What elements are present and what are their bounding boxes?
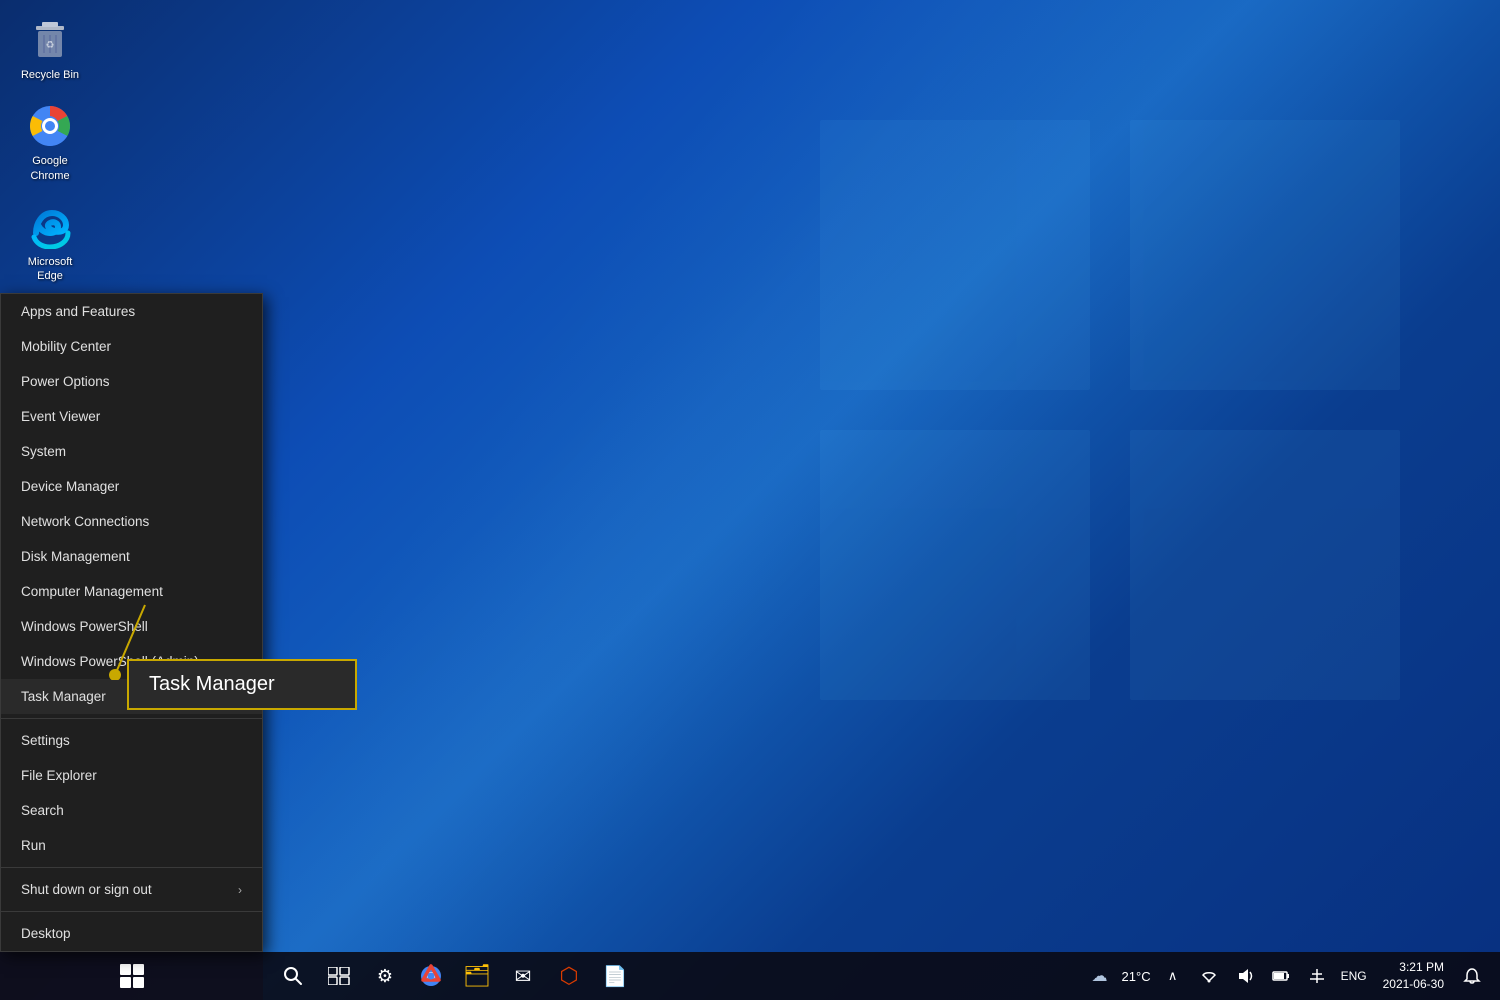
taskbar-settings-button[interactable]: ⚙ (363, 954, 407, 998)
taskbar-task-view-button[interactable] (317, 954, 361, 998)
start-sq-bl (120, 977, 131, 988)
menu-item-apps-features[interactable]: Apps and Features (1, 294, 262, 329)
google-chrome-icon[interactable]: Google Chrome (10, 96, 90, 189)
menu-item-desktop[interactable]: Desktop (1, 916, 262, 951)
notification-button[interactable] (1456, 954, 1488, 998)
menu-item-device-manager[interactable]: Device Manager (1, 469, 262, 504)
menu-item-network-connections[interactable]: Network Connections (1, 504, 262, 539)
menu-item-event-viewer[interactable]: Event Viewer (1, 399, 262, 434)
weather-icon[interactable]: ☁ (1084, 954, 1116, 998)
menu-item-disk-management[interactable]: Disk Management (1, 539, 262, 574)
network-wire-icon[interactable] (1301, 954, 1333, 998)
taskbar-files-button[interactable]: 🗂 (455, 954, 499, 998)
recycle-bin-image: ♻ (26, 16, 74, 64)
temperature-label[interactable]: 21°C (1120, 954, 1153, 998)
menu-separator-2 (1, 867, 262, 868)
windows-logo-decoration (820, 120, 1400, 700)
taskbar-search-button[interactable] (271, 954, 315, 998)
menu-separator-3 (1, 911, 262, 912)
start-sq-tr (133, 964, 144, 975)
network-icon[interactable] (1193, 954, 1225, 998)
svg-text:♻: ♻ (46, 40, 55, 51)
recycle-bin-icon[interactable]: ♻ Recycle Bin (10, 10, 90, 88)
connector-line (95, 600, 225, 680)
start-sq-tl (120, 964, 131, 975)
menu-item-run[interactable]: Run (1, 828, 262, 863)
menu-item-search[interactable]: Search (1, 793, 262, 828)
desktop-icons: ♻ Recycle Bin (10, 10, 90, 289)
taskbar-office-button[interactable]: ⬡ (547, 954, 591, 998)
taskbar-notepad-button[interactable]: 📄 (593, 954, 637, 998)
taskbar-clock[interactable]: 3:21 PM 2021-06-30 (1375, 959, 1452, 993)
menu-item-file-explorer[interactable]: File Explorer (1, 758, 262, 793)
menu-item-system[interactable]: System (1, 434, 262, 469)
menu-item-mobility-center[interactable]: Mobility Center (1, 329, 262, 364)
speaker-icon[interactable] (1229, 954, 1261, 998)
edge-label: Microsoft Edge (14, 255, 86, 284)
taskbar-mail-button[interactable]: ✉ (501, 954, 545, 998)
clock-time: 3:21 PM (1399, 959, 1444, 976)
battery-icon[interactable] (1265, 954, 1297, 998)
menu-item-power-options[interactable]: Power Options (1, 364, 262, 399)
recycle-bin-label: Recycle Bin (21, 68, 79, 82)
start-icon (120, 964, 144, 988)
clock-date: 2021-06-30 (1383, 976, 1444, 993)
menu-item-shut-down[interactable]: Shut down or sign out › (1, 872, 262, 907)
system-tray: ☁ 21°C ∧ (1084, 954, 1500, 998)
chrome-image (26, 102, 74, 150)
start-sq-br (133, 977, 144, 988)
start-button[interactable] (0, 952, 263, 1000)
taskbar-items: ⚙ 🗂 ✉ ⬡ 📄 (263, 954, 1084, 998)
chevron-up-icon[interactable]: ∧ (1157, 954, 1189, 998)
shut-down-arrow-icon: › (238, 883, 242, 897)
microsoft-edge-icon[interactable]: Microsoft Edge (10, 197, 90, 290)
taskbar: ⚙ 🗂 ✉ ⬡ 📄 ☁ 21°C ∧ (0, 952, 1500, 1000)
menu-item-settings[interactable]: Settings (1, 723, 262, 758)
edge-image (26, 203, 74, 251)
taskbar-chrome-button[interactable] (409, 954, 453, 998)
menu-separator-1 (1, 718, 262, 719)
language-label[interactable]: ENG (1337, 954, 1371, 998)
desktop: ♻ Recycle Bin (0, 0, 1500, 1000)
chrome-label: Google Chrome (14, 154, 86, 183)
